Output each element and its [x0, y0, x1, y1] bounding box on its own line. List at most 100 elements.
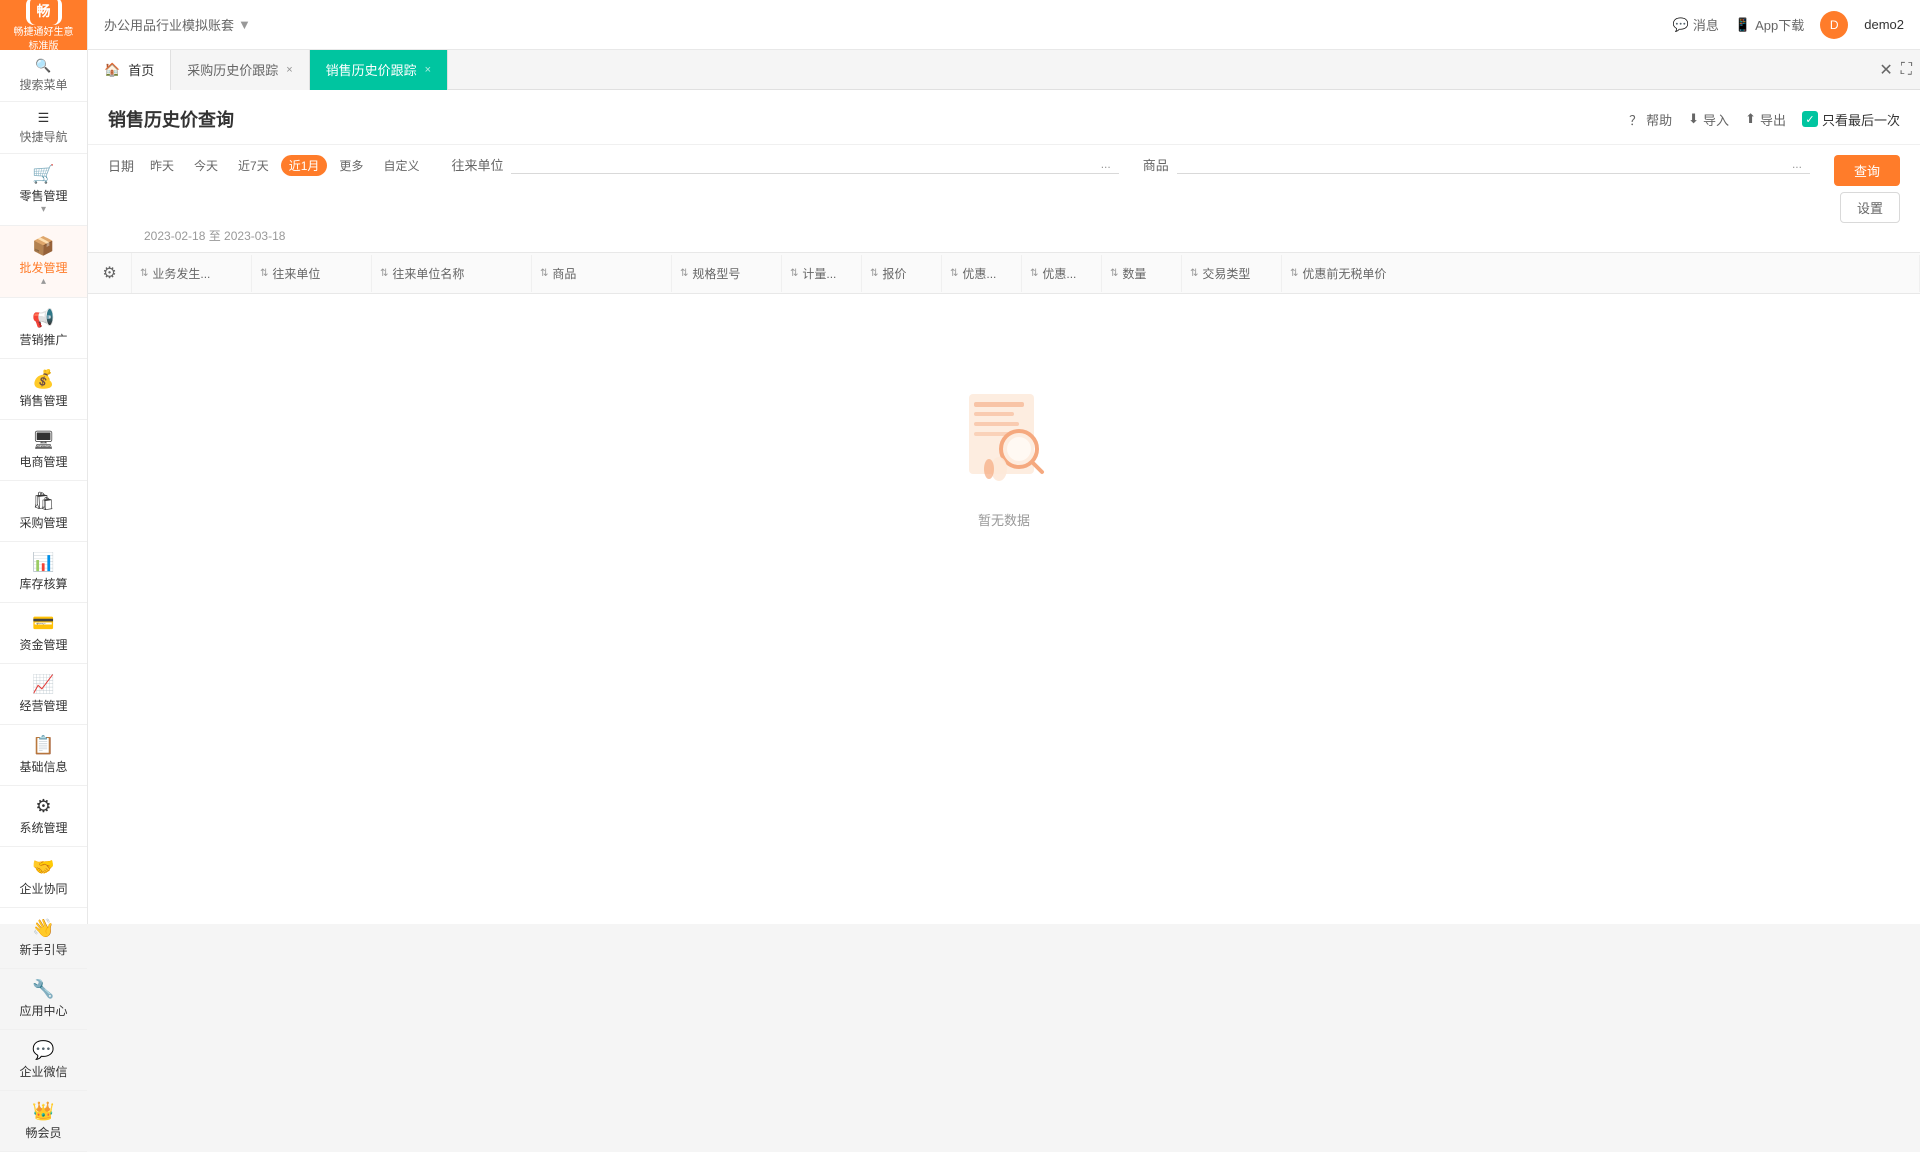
tab-home-label: 首页 [128, 60, 154, 79]
sidebar-section-icon-7: 💳 [32, 613, 54, 634]
checkbox-icon: ✓ [1802, 111, 1818, 127]
sort-icon-notax: ⇅ [1290, 268, 1298, 279]
unit-input[interactable]: ... [511, 155, 1118, 174]
sidebar-item-14[interactable]: 💬企业微信 [0, 1030, 87, 1091]
sidebar-item-6[interactable]: 📊库存核算 [0, 542, 87, 603]
page-actions: ？ 帮助 ⬇ 导入 ⬆ 导出 ✓ 只看最后一次 [1629, 110, 1900, 129]
sidebar-section-icon-15: 👑 [32, 1101, 54, 1122]
settings-button[interactable]: 设置 [1840, 192, 1900, 223]
th-unit-code-label: 往来单位 [272, 265, 320, 282]
th-product[interactable]: ⇅ 商品 [532, 255, 672, 292]
tab-sales-close[interactable]: × [425, 64, 431, 76]
user-avatar: D [1820, 11, 1848, 39]
th-unit-name[interactable]: ⇅ 往来单位名称 [372, 255, 532, 292]
main-area: 办公用品行业模拟账套 ▼ 💬 消息 📱 App下载 D demo2 🏠 首页 [88, 0, 1920, 924]
sidebar-item-13[interactable]: 🔧应用中心 [0, 969, 87, 1030]
sidebar-section-label-0: 零售管理 [19, 187, 67, 204]
tab-controls: ✕ ⛶ [1879, 60, 1920, 80]
sidebar-quick-nav[interactable]: ☰ 快捷导航 [0, 102, 87, 154]
sidebar-section-label-9: 基础信息 [19, 758, 67, 775]
empty-state: 暂无数据 [88, 294, 1920, 609]
page-content: 销售历史价查询 ？ 帮助 ⬇ 导入 ⬆ 导出 ✓ 只看最后一次 [88, 90, 1920, 924]
th-discount1[interactable]: ⇅ 优惠... [942, 255, 1022, 292]
page-title: 销售历史价查询 [108, 106, 234, 132]
app-download-btn[interactable]: 📱 App下载 [1735, 15, 1804, 34]
sidebar-section-label-13: 应用中心 [19, 1002, 67, 1019]
sidebar-item-2[interactable]: 📢营销推广 [0, 298, 87, 359]
sort-icon-unit-code: ⇅ [260, 268, 268, 279]
sidebar-item-11[interactable]: 🤝企业协同 [0, 847, 87, 908]
th-trade-label: 交易类型 [1202, 265, 1250, 282]
empty-image [944, 374, 1064, 494]
th-discount2[interactable]: ⇅ 优惠... [1022, 255, 1102, 292]
tab-home[interactable]: 🏠 首页 [88, 50, 171, 90]
th-date[interactable]: ⇅ 业务发生... [132, 255, 252, 292]
sidebar-item-10[interactable]: ⚙系统管理 [0, 786, 87, 847]
sidebar-item-8[interactable]: 📈经营管理 [0, 664, 87, 725]
th-notax[interactable]: ⇅ 优惠前无税单价 [1282, 255, 1920, 292]
message-label: 消息 [1693, 15, 1719, 34]
tab-purchase-close[interactable]: × [286, 64, 292, 76]
th-qty[interactable]: ⇅ 数量 [1102, 255, 1182, 292]
export-label: 导出 [1760, 110, 1786, 129]
product-filter: 商品 ... [1143, 155, 1810, 174]
sort-icon-trade: ⇅ [1190, 268, 1198, 279]
gear-icon: ⚙ [102, 263, 116, 283]
th-spec-label: 规格型号 [692, 265, 740, 282]
sidebar-item-4[interactable]: 🖥电商管理 [0, 420, 87, 481]
sidebar-section-icon-3: 💰 [32, 369, 54, 390]
sidebar-item-9[interactable]: 📋基础信息 [0, 725, 87, 786]
workspace-selector[interactable]: 办公用品行业模拟账套 ▼ [104, 15, 251, 34]
sidebar-item-15[interactable]: 👑畅会员 [0, 1091, 87, 1152]
sidebar-section-icon-6: 📊 [32, 552, 54, 573]
filter-section: 日期 昨天 今天 近7天 近1月 更多 自定义 往来单位 ... [88, 145, 1920, 252]
close-window-btn[interactable]: ✕ [1879, 60, 1892, 80]
export-btn[interactable]: ⬆ 导出 [1745, 110, 1786, 129]
product-input[interactable]: ... [1177, 155, 1810, 174]
th-settings[interactable]: ⚙ [88, 253, 132, 293]
th-spec[interactable]: ⇅ 规格型号 [672, 255, 782, 292]
user-name[interactable]: demo2 [1864, 17, 1904, 32]
th-unit[interactable]: ⇅ 计量... [782, 255, 862, 292]
th-unit-code[interactable]: ⇅ 往来单位 [252, 255, 372, 292]
date-filter: 日期 昨天 今天 近7天 近1月 更多 自定义 [108, 155, 427, 176]
th-discount1-label: 优惠... [962, 265, 996, 282]
date-btn-1month[interactable]: 近1月 [281, 155, 328, 176]
help-btn[interactable]: ？ 帮助 [1629, 110, 1672, 129]
sidebar-section-arrow-1: ▴ [41, 276, 46, 287]
product-label: 商品 [1143, 155, 1169, 174]
date-btn-more[interactable]: 更多 [331, 155, 371, 176]
app-download-label: App下载 [1755, 15, 1804, 34]
maximize-window-btn[interactable]: ⛶ [1901, 61, 1912, 79]
tab-purchase-history[interactable]: 采购历史价跟踪 × [171, 50, 309, 90]
sidebar-item-12[interactable]: 👋新手引导 [0, 908, 87, 969]
message-btn[interactable]: 💬 消息 [1673, 15, 1719, 34]
tab-sales-history[interactable]: 销售历史价跟踪 × [310, 50, 448, 90]
sidebar-section-label-12: 新手引导 [19, 941, 67, 958]
tabs-bar: 🏠 首页 采购历史价跟踪 × 销售历史价跟踪 × ✕ ⛶ [88, 50, 1920, 90]
th-unit-label: 计量... [802, 265, 836, 282]
date-btn-7days[interactable]: 近7天 [230, 155, 277, 176]
app-name: 畅捷通好生意 [14, 27, 74, 39]
sidebar-item-3[interactable]: 💰销售管理 [0, 359, 87, 420]
sidebar-section-label-7: 资金管理 [19, 636, 67, 653]
date-btn-custom[interactable]: 自定义 [375, 155, 427, 176]
only-last-checkbox-area[interactable]: ✓ 只看最后一次 [1802, 110, 1900, 129]
query-button[interactable]: 查询 [1834, 155, 1900, 186]
import-btn[interactable]: ⬇ 导入 [1688, 110, 1729, 129]
th-price-label: 报价 [882, 265, 906, 282]
sidebar-item-0[interactable]: 🛒零售管理▾ [0, 154, 87, 226]
sort-icon-price: ⇅ [870, 268, 878, 279]
sort-icon-qty: ⇅ [1110, 268, 1118, 279]
phone-icon: 📱 [1735, 17, 1751, 33]
date-btn-today[interactable]: 今天 [186, 155, 226, 176]
sidebar-item-7[interactable]: 💳 资金管理 [0, 603, 87, 664]
sidebar-item-5[interactable]: 🛍采购管理 [0, 481, 87, 542]
sidebar-section-icon-14: 💬 [32, 1040, 54, 1061]
import-icon: ⬇ [1688, 111, 1699, 127]
date-btn-yesterday[interactable]: 昨天 [142, 155, 182, 176]
sidebar-search[interactable]: 🔍 搜索菜单 [0, 50, 87, 102]
th-trade[interactable]: ⇅ 交易类型 [1182, 255, 1282, 292]
th-price[interactable]: ⇅ 报价 [862, 255, 942, 292]
sidebar-item-1[interactable]: 📦批发管理▴ [0, 226, 87, 298]
